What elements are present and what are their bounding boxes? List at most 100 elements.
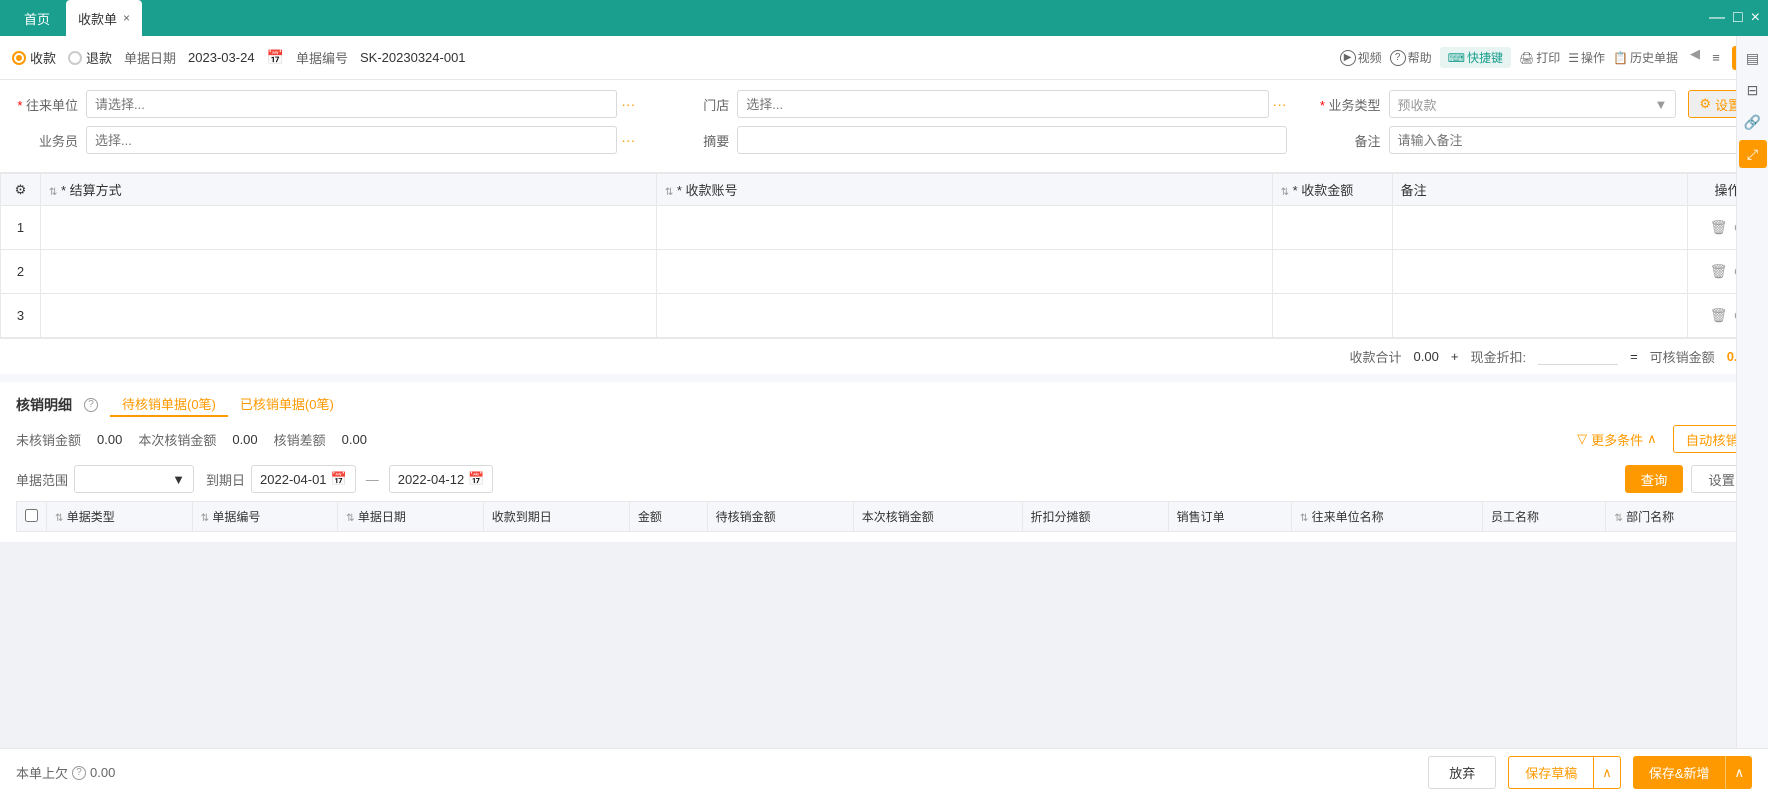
select-all-checkbox[interactable]: [25, 509, 38, 522]
tab-bar: 首页 收款单 × — □ ×: [0, 0, 1768, 36]
more-filter-btn[interactable]: ▽ 更多条件 ∧: [1577, 430, 1657, 449]
store-input[interactable]: [737, 90, 1268, 118]
help-btn[interactable]: ? 帮助: [1390, 49, 1432, 66]
number-value: SK-20230324-001: [360, 50, 466, 65]
delete-icon-2[interactable]: 🗑: [1710, 263, 1728, 280]
toolbar: 收款 退款 单据日期 2023-03-24 📅 单据编号 SK-20230324…: [0, 36, 1768, 80]
print-btn[interactable]: 🖨 打印: [1519, 49, 1560, 66]
biz-type-arrow: ▼: [1654, 97, 1667, 112]
sidebar-icon-expand[interactable]: ⤢: [1739, 140, 1767, 168]
filter-icon: ▽: [1577, 431, 1587, 447]
save-arrow-btn[interactable]: ∧: [1725, 756, 1752, 789]
biz-type-select[interactable]: 预收款 ▼: [1389, 90, 1677, 118]
discount-input[interactable]: [1538, 349, 1618, 365]
col-discount-header: 折扣分摊额: [1022, 502, 1168, 532]
row-amount-1[interactable]: [1272, 206, 1392, 250]
tab-close-icon[interactable]: ×: [123, 11, 130, 25]
col-employee-header: 员工名称: [1483, 502, 1606, 532]
row-account-2[interactable]: [656, 250, 1272, 294]
actions-btn[interactable]: ☰ 操作: [1568, 49, 1605, 66]
help-label: 帮助: [1408, 49, 1432, 66]
minimize-btn[interactable]: —: [1709, 9, 1725, 27]
range-arrow-icon: ▼: [172, 472, 185, 487]
right-sidebar: ▤ ⊟ 🔗 ⤢: [1736, 36, 1768, 748]
tab-done[interactable]: 已核销单据(0笔): [228, 392, 346, 417]
table-header-row: ⚙ ⇅ * 结算方式 ⇅ * 收款账号 ⇅ * 收款金额 备注: [1, 174, 1768, 206]
draft-arrow-btn[interactable]: ∧: [1593, 756, 1621, 789]
available-label: 可核销金额: [1650, 347, 1715, 366]
save-btn[interactable]: 保存&新增: [1633, 756, 1726, 789]
sort-icon-customer: ⇅: [1300, 513, 1308, 524]
row-note-1[interactable]: [1392, 206, 1687, 250]
history-icon: 📋: [1613, 51, 1628, 65]
more-filter-label: 更多条件: [1591, 430, 1643, 449]
form-row-1: 往来单位 ··· 门店 ··· 业务类型 预收款 ▼ ⚙ 设置: [16, 90, 1752, 118]
row-settlement-2[interactable]: [41, 250, 657, 294]
delete-icon-3[interactable]: 🗑: [1710, 307, 1728, 324]
hexiao-info-icon[interactable]: ?: [84, 398, 98, 412]
shortcut-btn[interactable]: ⌨ 快捷键: [1440, 47, 1511, 68]
plus-sign: +: [1451, 349, 1459, 364]
row-amount-3[interactable]: [1272, 294, 1392, 338]
row-account-3[interactable]: [656, 294, 1272, 338]
total-label: 收款合计: [1350, 347, 1402, 366]
form-area: 往来单位 ··· 门店 ··· 业务类型 预收款 ▼ ⚙ 设置 业务员 ···: [0, 80, 1768, 173]
calendar-icon-from: 📅: [331, 471, 347, 487]
date-picker-icon[interactable]: 📅: [267, 49, 284, 66]
tab-home[interactable]: 首页: [8, 0, 66, 36]
note-input[interactable]: [1389, 126, 1752, 154]
sidebar-icon-link[interactable]: 🔗: [1739, 108, 1767, 136]
customer-field: 往来单位 ···: [16, 90, 635, 118]
row-num-1: 1: [1, 206, 41, 250]
range-filter-group: 单据范围 ▼: [16, 465, 194, 493]
date-to-picker[interactable]: 2022-04-12 📅: [389, 465, 494, 493]
video-btn[interactable]: ▶ 视频: [1340, 49, 1382, 66]
draft-btn[interactable]: 保存草稿: [1508, 756, 1593, 789]
history-btn[interactable]: 📋 历史单据: [1613, 49, 1678, 66]
row-num-2: 2: [1, 250, 41, 294]
sort-icon-store: ⇅: [1614, 513, 1622, 524]
date-label: 单据日期: [124, 48, 176, 67]
summary-label: 摘要: [667, 131, 737, 150]
tab-pending[interactable]: 待核销单据(0笔): [110, 392, 228, 417]
salesperson-more-btn[interactable]: ···: [621, 132, 635, 148]
close-btn[interactable]: ×: [1751, 9, 1760, 27]
abandon-btn[interactable]: 放弃: [1428, 756, 1496, 789]
store-more-btn[interactable]: ···: [1273, 96, 1287, 112]
prev-icon[interactable]: ◀: [1690, 46, 1700, 70]
col-settlement-header: ⇅ * 结算方式: [41, 174, 657, 206]
date-from-picker[interactable]: 2022-04-01 📅: [251, 465, 356, 493]
biz-type-value: 预收款: [1398, 95, 1655, 114]
refund-radio[interactable]: 退款: [68, 48, 112, 67]
bottom-table: ⇅ 单据类型 ⇅ 单据编号 ⇅ 单据日期 收款到期日 金: [16, 501, 1752, 532]
receipt-radio[interactable]: 收款: [12, 48, 56, 67]
hexiao-title: 核销明细: [16, 395, 72, 415]
row-note-3[interactable]: [1392, 294, 1687, 338]
col-setting-header[interactable]: ⚙: [1, 174, 41, 206]
row-settlement-1[interactable]: [41, 206, 657, 250]
table-row: 2 🗑 ⊕: [1, 250, 1768, 294]
salesperson-input[interactable]: [86, 126, 617, 154]
query-btn[interactable]: 查询: [1625, 465, 1684, 493]
delete-icon-1[interactable]: 🗑: [1710, 219, 1728, 236]
row-settlement-3[interactable]: [41, 294, 657, 338]
row-note-2[interactable]: [1392, 250, 1687, 294]
bottom-actions: 放弃 保存草稿 ∧ 保存&新增 ∧: [1428, 756, 1752, 789]
table-container: ⚙ ⇅ * 结算方式 ⇅ * 收款账号 ⇅ * 收款金额 备注: [0, 173, 1768, 338]
range-select[interactable]: ▼: [74, 465, 194, 493]
date-value: 2023-03-24: [188, 50, 255, 65]
customer-input[interactable]: [86, 90, 617, 118]
row-account-1[interactable]: [656, 206, 1272, 250]
maximize-btn[interactable]: □: [1733, 9, 1743, 27]
list-view-btn[interactable]: ≡: [1704, 46, 1728, 70]
salesperson-label: 业务员: [16, 131, 86, 150]
tab-active[interactable]: 收款单 ×: [66, 0, 142, 36]
row-amount-2[interactable]: [1272, 250, 1392, 294]
sidebar-icon-doc[interactable]: ⊟: [1739, 76, 1767, 104]
customer-more-btn[interactable]: ···: [621, 96, 635, 112]
summary-input[interactable]: [737, 126, 1286, 154]
amount-info-icon[interactable]: ?: [72, 766, 86, 780]
sidebar-icon-table[interactable]: ▤: [1739, 44, 1767, 72]
sort-icon2: ⇅: [665, 187, 673, 198]
sort-icon3: ⇅: [1281, 187, 1289, 198]
